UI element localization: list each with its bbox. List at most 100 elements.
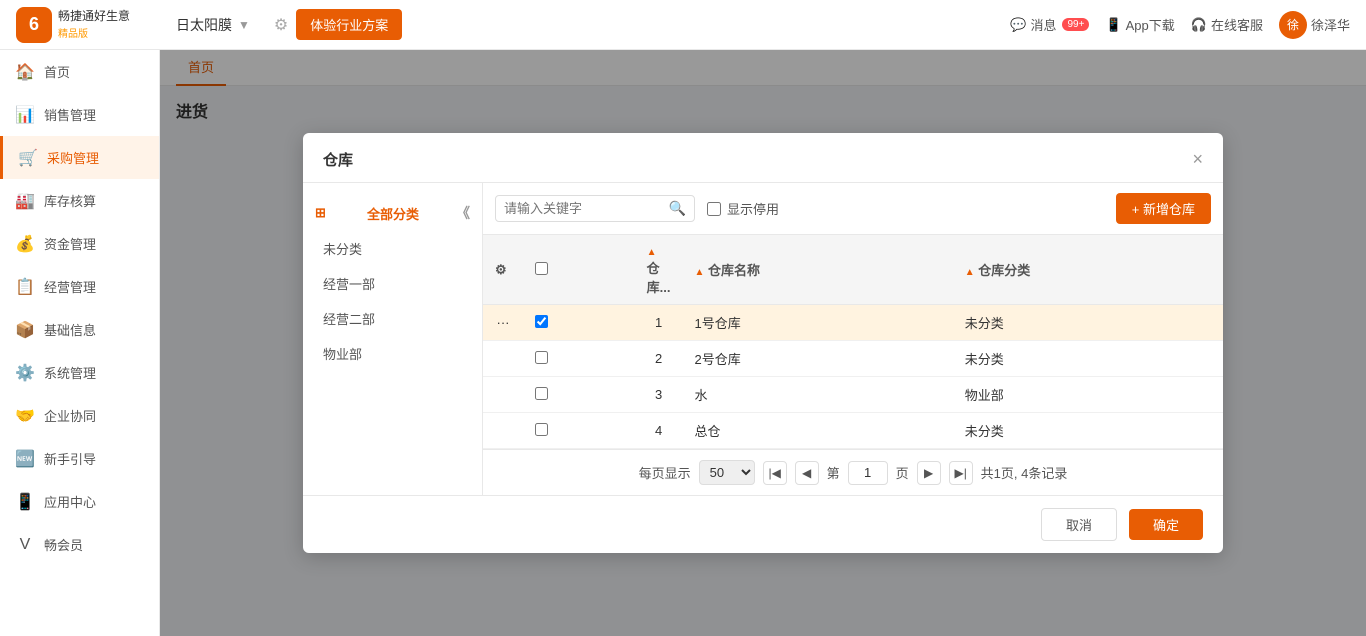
per-page-label: 每页显示 (639, 463, 691, 482)
add-warehouse-button[interactable]: + 新增仓库 (1116, 193, 1211, 224)
sidebar-label-purchase: 采购管理 (47, 148, 99, 167)
row-checkbox[interactable] (535, 315, 548, 328)
row-num: 4 (635, 413, 683, 449)
total-info: 共1页, 4条记录 (981, 463, 1068, 482)
app-icon: 📱 (1105, 17, 1121, 33)
row-num: 2 (635, 341, 683, 377)
cancel-button[interactable]: 取消 (1041, 508, 1117, 541)
vip-icon: V (16, 536, 34, 554)
logo-icon: 6 (16, 7, 52, 43)
sidebar-item-vip[interactable]: V 畅会员 (0, 523, 159, 566)
dialog-footer: 取消 确定 (303, 495, 1223, 553)
sidebar: 🏠 首页 📊 销售管理 🛒 采购管理 🏭 库存核算 💰 资金管理 📋 经营管理 … (0, 50, 160, 636)
row-name: 2号仓库 (682, 341, 952, 377)
row-check-cell (523, 305, 635, 341)
sidebar-label-system: 系统管理 (44, 363, 96, 382)
row-category: 未分类 (953, 413, 1223, 449)
sidebar-item-appstore[interactable]: 📱 应用中心 (0, 480, 159, 523)
row-checkbox[interactable] (535, 423, 548, 436)
sidebar-label-inventory: 库存核算 (44, 191, 96, 210)
experience-button[interactable]: 体验行业方案 (296, 9, 402, 40)
sidebar-item-basic-info[interactable]: 📦 基础信息 (0, 308, 159, 351)
appstore-icon: 📱 (16, 493, 34, 511)
sidebar-item-inventory[interactable]: 🏭 库存核算 (0, 179, 159, 222)
table-toolbar: 🔍 显示停用 + 新增仓库 (483, 183, 1223, 235)
inventory-icon: 🏭 (16, 192, 34, 210)
search-icon[interactable]: 🔍 (669, 200, 686, 217)
category-item-2[interactable]: 经营二部 (303, 301, 482, 336)
row-category: 未分类 (953, 341, 1223, 377)
sidebar-item-finance[interactable]: 💰 资金管理 (0, 222, 159, 265)
category-all[interactable]: ⊞ 全部分类 《 (303, 195, 482, 231)
user-item[interactable]: 徐 徐泽华 (1279, 11, 1350, 39)
warehouse-table: ⚙ ▲ 仓库... ▲ 仓库名称 (483, 235, 1223, 449)
page-input[interactable] (848, 461, 888, 485)
app-download-item[interactable]: 📱 App下载 (1105, 15, 1174, 34)
service-label: 在线客服 (1211, 15, 1263, 34)
sidebar-label-guide: 新手引导 (44, 449, 96, 468)
dialog-overlay: 仓库 × ⊞ 全部分类 《 未分类 经营一部 经营二部 (160, 50, 1366, 636)
system-icon: ⚙️ (16, 364, 34, 382)
confirm-button[interactable]: 确定 (1129, 509, 1203, 540)
settings-icon[interactable]: ⚙ (274, 15, 288, 35)
enterprise-icon: 🤝 (16, 407, 34, 425)
logo-area: 6 畅捷通好生意 精品版 (16, 7, 176, 43)
col-name: ▲ 仓库名称 (682, 235, 952, 305)
table-panel: 🔍 显示停用 + 新增仓库 (483, 183, 1223, 495)
sidebar-item-guide[interactable]: 🆕 新手引导 (0, 437, 159, 480)
sales-icon: 📊 (16, 106, 34, 124)
header-right: 💬 消息 99+ 📱 App下载 🎧 在线客服 徐 徐泽华 (1010, 11, 1350, 39)
message-badge: 99+ (1062, 18, 1089, 31)
row-category: 物业部 (953, 377, 1223, 413)
table-row[interactable]: 3 水 物业部 (483, 377, 1223, 413)
row-checkbox[interactable] (535, 351, 548, 364)
show-disabled-label: 显示停用 (707, 199, 779, 218)
search-wrap: 🔍 (495, 195, 695, 222)
category-item-1[interactable]: 经营一部 (303, 266, 482, 301)
collapse-icon[interactable]: 《 (456, 203, 470, 223)
message-item[interactable]: 💬 消息 99+ (1010, 15, 1089, 34)
sidebar-item-purchase[interactable]: 🛒 采购管理 (0, 136, 159, 179)
per-page-select[interactable]: 50 100 (699, 460, 755, 485)
message-icon: 💬 (1010, 17, 1026, 33)
show-disabled-checkbox[interactable] (707, 202, 721, 216)
sidebar-item-home[interactable]: 🏠 首页 (0, 50, 159, 93)
row-name: 1号仓库 (682, 305, 952, 341)
main-content: 首页 进货 仓库 × ⊞ 全部分类 (160, 50, 1366, 636)
page-next-button[interactable]: ▶ (917, 461, 941, 485)
col-code-sort-icon[interactable]: ▲ (647, 247, 657, 258)
sidebar-item-sales[interactable]: 📊 销售管理 (0, 93, 159, 136)
service-item[interactable]: 🎧 在线客服 (1191, 15, 1263, 34)
page-text-label: 第 (827, 463, 840, 482)
row-more-icon[interactable]: ··· (497, 315, 510, 330)
table-row[interactable]: 4 总仓 未分类 (483, 413, 1223, 449)
sidebar-item-enterprise[interactable]: 🤝 企业协同 (0, 394, 159, 437)
dialog-close-button[interactable]: × (1192, 149, 1203, 170)
page-last-button[interactable]: ▶| (949, 461, 973, 485)
page-suffix-label: 页 (896, 463, 909, 482)
table-row[interactable]: 2 2号仓库 未分类 (483, 341, 1223, 377)
row-checkbox[interactable] (535, 387, 548, 400)
company-selector[interactable]: 日太阳膜 ▼ (176, 15, 250, 35)
col-name-sort-icon[interactable]: ▲ (694, 267, 704, 278)
sidebar-item-system[interactable]: ⚙️ 系统管理 (0, 351, 159, 394)
row-gear-cell: ··· (483, 305, 523, 341)
sidebar-item-operation[interactable]: 📋 经营管理 (0, 265, 159, 308)
col-cat-sort-icon[interactable]: ▲ (965, 267, 975, 278)
dialog-body: ⊞ 全部分类 《 未分类 经营一部 经营二部 物业部 (303, 183, 1223, 495)
col-category: ▲ 仓库分类 (953, 235, 1223, 305)
sidebar-label-enterprise: 企业协同 (44, 406, 96, 425)
page-first-button[interactable]: |◀ (763, 461, 787, 485)
sidebar-label-sales: 销售管理 (44, 105, 96, 124)
select-all-checkbox[interactable] (535, 262, 548, 275)
row-check-cell (523, 377, 635, 413)
username: 徐泽华 (1311, 15, 1350, 34)
category-item-3[interactable]: 物业部 (303, 336, 482, 371)
row-check-cell (523, 413, 635, 449)
category-item-0[interactable]: 未分类 (303, 231, 482, 266)
table-row[interactable]: ··· 1 1号仓库 未分类 (483, 305, 1223, 341)
sidebar-label-basic-info: 基础信息 (44, 320, 96, 339)
gear-header-icon: ⚙ (495, 262, 507, 277)
page-prev-button[interactable]: ◀ (795, 461, 819, 485)
search-input[interactable] (504, 201, 663, 216)
